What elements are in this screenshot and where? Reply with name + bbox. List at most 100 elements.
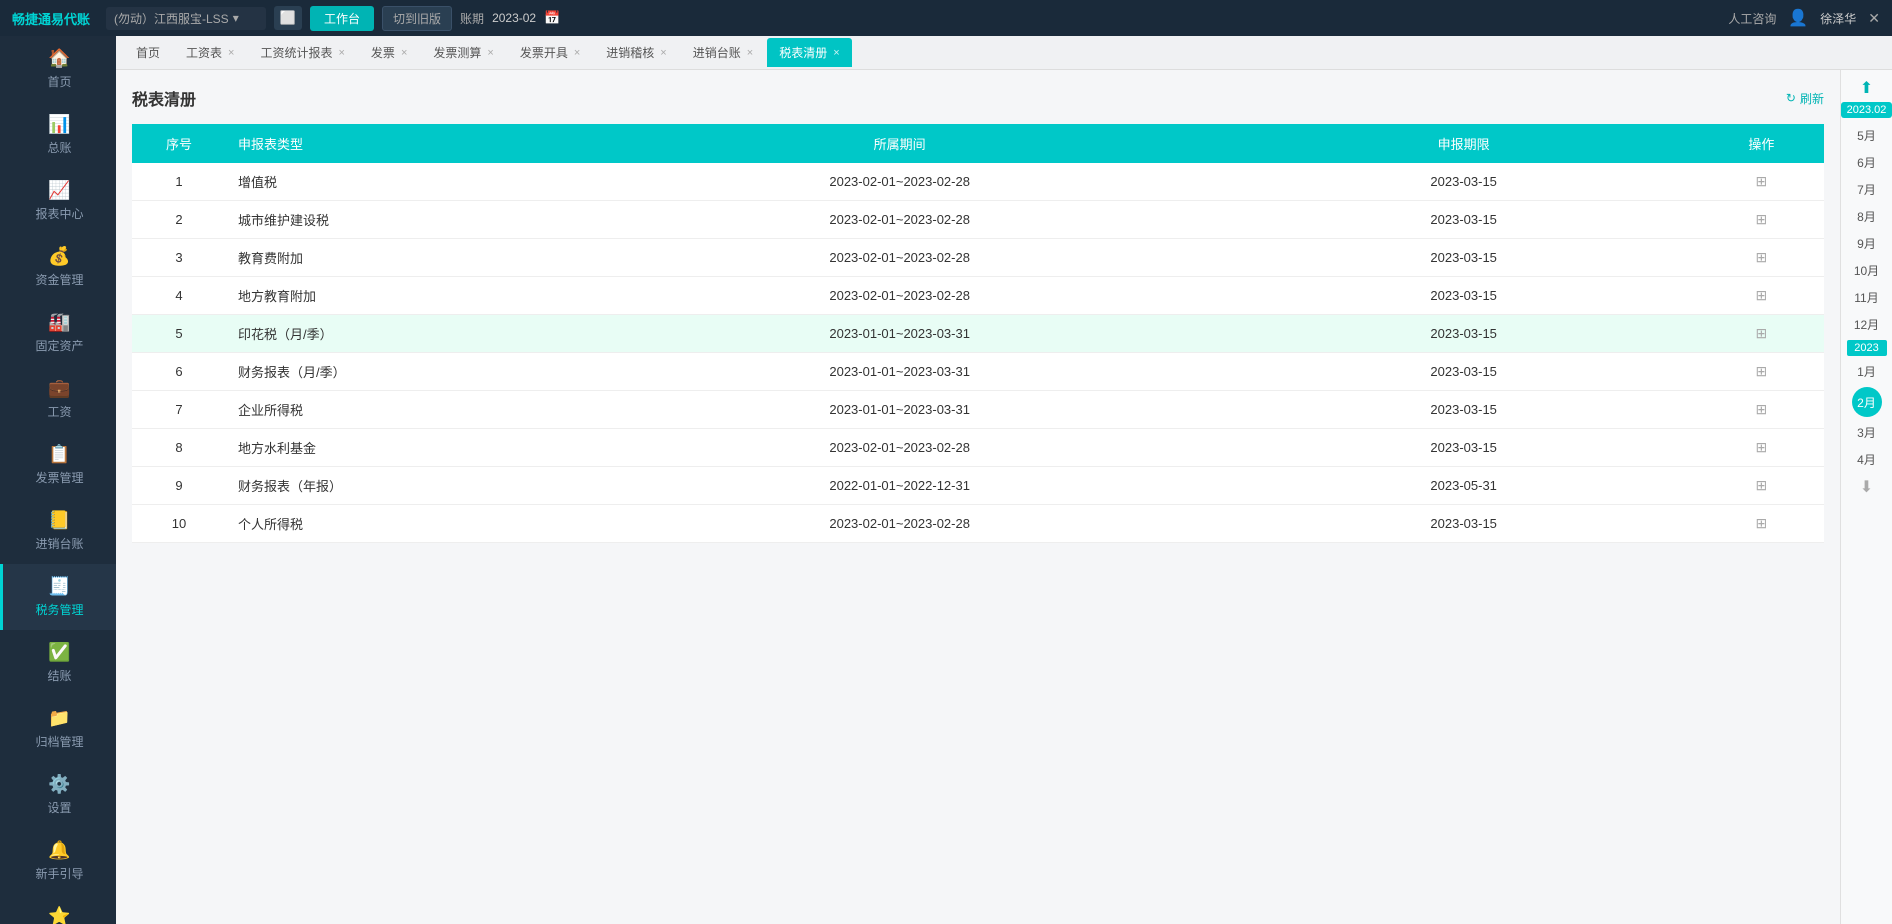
- action-icon[interactable]: ⊞: [1755, 325, 1767, 341]
- sidebar-item-archive[interactable]: 📁 归档管理: [0, 696, 116, 762]
- tab-salary-table[interactable]: 工资表 ×: [174, 38, 246, 67]
- cell-action[interactable]: ⊞: [1699, 391, 1824, 429]
- sidebar-item-invoice[interactable]: 📋 发票管理: [0, 432, 116, 498]
- action-icon[interactable]: ⊞: [1755, 515, 1767, 531]
- action-icon[interactable]: ⊞: [1755, 363, 1767, 379]
- nav-down-button[interactable]: ⬇: [1860, 477, 1873, 497]
- month-1[interactable]: 1月: [1841, 358, 1892, 385]
- tab-purchase-ledger-close[interactable]: ×: [747, 47, 753, 59]
- cell-period: 2023-01-01~2023-03-31: [571, 315, 1229, 353]
- col-header-deadline: 申报期限: [1229, 124, 1699, 163]
- cell-action[interactable]: ⊞: [1699, 467, 1824, 505]
- cell-action[interactable]: ⊞: [1699, 201, 1824, 239]
- sidebar-item-settle[interactable]: ✅ 结账: [0, 630, 116, 696]
- nav-up-button[interactable]: ⬆: [1860, 78, 1873, 98]
- year-label[interactable]: 2023.02: [1841, 102, 1892, 118]
- sidebar-item-settings[interactable]: ⚙️ 设置: [0, 762, 116, 828]
- month-10[interactable]: 10月: [1841, 257, 1892, 284]
- cell-no: 10: [132, 505, 226, 543]
- tab-salary-report-close[interactable]: ×: [338, 47, 344, 59]
- sidebar-label-report: 报表中心: [35, 205, 83, 222]
- tab-tax-list[interactable]: 税表清册 ×: [767, 38, 851, 67]
- sidebar-label-salary: 工资: [47, 403, 71, 420]
- tab-invoice-issue-close[interactable]: ×: [574, 47, 580, 59]
- period-label: 账期: [460, 10, 484, 27]
- year-banner-2023[interactable]: 2023: [1847, 340, 1887, 356]
- switch-old-button[interactable]: 切到旧版: [382, 6, 452, 31]
- sidebar-item-report[interactable]: 📈 报表中心: [0, 168, 116, 234]
- tab-home[interactable]: 首页: [124, 38, 172, 67]
- month-6[interactable]: 6月: [1841, 149, 1892, 176]
- cell-action[interactable]: ⊞: [1699, 429, 1824, 467]
- sidebar-item-assets[interactable]: 🏭 固定资产: [0, 300, 116, 366]
- month-3[interactable]: 3月: [1841, 419, 1892, 446]
- close-icon[interactable]: ✕: [1868, 10, 1880, 27]
- sidebar-item-home[interactable]: 🏠 首页: [0, 36, 116, 102]
- action-icon[interactable]: ⊞: [1755, 211, 1767, 227]
- refresh-label: 刷新: [1800, 90, 1824, 107]
- sidebar-item-ledger[interactable]: 📊 总账: [0, 102, 116, 168]
- sidebar-item-guide[interactable]: 🔔 新手引导: [0, 828, 116, 894]
- ai-consult-button[interactable]: 人工咨询: [1728, 10, 1776, 27]
- cell-type: 财务报表（年报）: [226, 467, 571, 505]
- company-selector[interactable]: (勿动）江西服宝-LSS ▾: [106, 7, 266, 30]
- month-11[interactable]: 11月: [1841, 284, 1892, 311]
- action-icon[interactable]: ⊞: [1755, 249, 1767, 265]
- tab-invoice[interactable]: 发票 ×: [359, 38, 419, 67]
- user-name[interactable]: 徐泽华: [1820, 10, 1856, 27]
- right-panel: ⬆ 2023.02 5月 6月 7月 8月 9月 10月 11月 12月 202…: [1840, 70, 1892, 924]
- table-row: 9 财务报表（年报） 2022-01-01~2022-12-31 2023-05…: [132, 467, 1824, 505]
- cell-type: 增值税: [226, 163, 571, 201]
- month-5[interactable]: 5月: [1841, 122, 1892, 149]
- action-icon[interactable]: ⊞: [1755, 439, 1767, 455]
- period-value: 2023-02: [492, 11, 536, 25]
- month-8[interactable]: 8月: [1841, 203, 1892, 230]
- sidebar-item-tax[interactable]: 🧾 税务管理: [0, 564, 116, 630]
- tab-invoice-calc[interactable]: 发票测算 ×: [421, 38, 505, 67]
- action-icon[interactable]: ⊞: [1755, 401, 1767, 417]
- table-row: 10 个人所得税 2023-02-01~2023-02-28 2023-03-1…: [132, 505, 1824, 543]
- month-2-active[interactable]: 2月: [1852, 387, 1882, 417]
- sidebar-item-input-tax[interactable]: 📒 进销台账: [0, 498, 116, 564]
- tab-invoice-issue[interactable]: 发票开具 ×: [508, 38, 592, 67]
- cell-action[interactable]: ⊞: [1699, 505, 1824, 543]
- month-12[interactable]: 12月: [1841, 311, 1892, 338]
- cell-action[interactable]: ⊞: [1699, 353, 1824, 391]
- member-icon: ⭐: [48, 906, 70, 924]
- tab-salary-report[interactable]: 工资统计报表 ×: [248, 38, 356, 67]
- company-name: (勿动）江西服宝-LSS: [114, 10, 229, 27]
- workbench-button[interactable]: 工作台: [310, 6, 374, 31]
- month-9[interactable]: 9月: [1841, 230, 1892, 257]
- sidebar-item-fund[interactable]: 💰 资金管理: [0, 234, 116, 300]
- cell-action[interactable]: ⊞: [1699, 163, 1824, 201]
- refresh-button[interactable]: ↻ 刷新: [1786, 90, 1824, 107]
- tab-purchase-check[interactable]: 进销稽核 ×: [594, 38, 678, 67]
- guide-icon: 🔔: [48, 840, 70, 861]
- fund-icon: 💰: [48, 246, 70, 267]
- sidebar-label-tax: 税务管理: [35, 601, 83, 618]
- tab-salary-table-close[interactable]: ×: [228, 47, 234, 59]
- sidebar-item-salary[interactable]: 💼 工资: [0, 366, 116, 432]
- cell-action[interactable]: ⊞: [1699, 277, 1824, 315]
- main-layout: 🏠 首页 📊 总账 📈 报表中心 💰 资金管理 🏭 固定资产 💼 工资 📋 发票…: [0, 36, 1892, 924]
- tab-invoice-calc-close[interactable]: ×: [487, 47, 493, 59]
- tab-purchase-ledger[interactable]: 进销台账 ×: [681, 38, 765, 67]
- copy-button[interactable]: ⬜: [274, 6, 302, 30]
- tab-invoice-close[interactable]: ×: [401, 47, 407, 59]
- cell-action[interactable]: ⊞: [1699, 239, 1824, 277]
- refresh-icon: ↻: [1786, 91, 1796, 105]
- cell-period: 2023-02-01~2023-02-28: [571, 239, 1229, 277]
- action-icon[interactable]: ⊞: [1755, 173, 1767, 189]
- action-icon[interactable]: ⊞: [1755, 287, 1767, 303]
- tab-tax-list-close[interactable]: ×: [833, 47, 839, 59]
- tab-purchase-check-close[interactable]: ×: [660, 47, 666, 59]
- month-7[interactable]: 7月: [1841, 176, 1892, 203]
- calendar-icon[interactable]: 📅: [544, 10, 560, 26]
- input-tax-icon: 📒: [48, 510, 70, 531]
- table-row: 2 城市维护建设税 2023-02-01~2023-02-28 2023-03-…: [132, 201, 1824, 239]
- cell-action[interactable]: ⊞: [1699, 315, 1824, 353]
- month-4[interactable]: 4月: [1841, 446, 1892, 473]
- cell-period: 2022-01-01~2022-12-31: [571, 467, 1229, 505]
- action-icon[interactable]: ⊞: [1755, 477, 1767, 493]
- sidebar-item-member[interactable]: ⭐ 畅会员: [0, 894, 116, 924]
